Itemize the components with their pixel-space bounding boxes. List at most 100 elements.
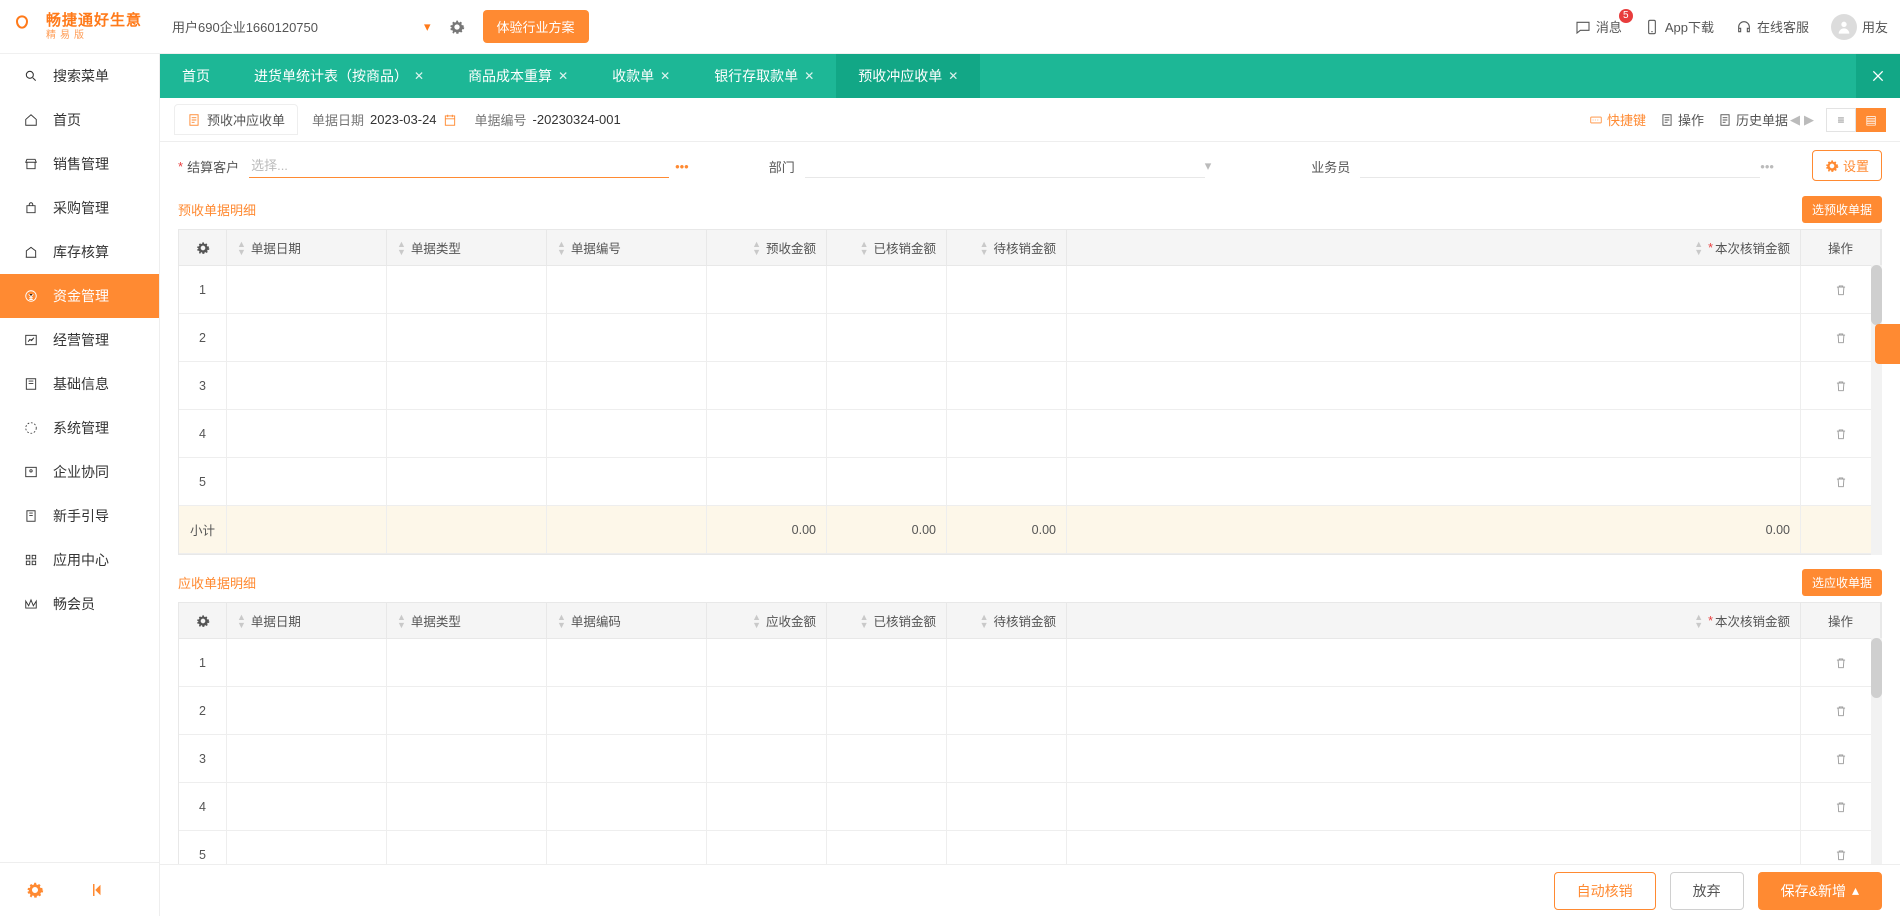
tab-close-icon[interactable]: ✕	[660, 69, 670, 83]
tab-4[interactable]: 银行存取款单✕	[692, 54, 836, 98]
app-download-link[interactable]: App下载	[1644, 17, 1714, 36]
table-row[interactable]: 2	[179, 314, 1881, 362]
table-row[interactable]: 5	[179, 458, 1881, 506]
col-type[interactable]: ▲▼单据类型	[387, 230, 547, 265]
delete-row-icon[interactable]	[1834, 331, 1848, 345]
table-row[interactable]: 4	[179, 783, 1881, 831]
sidebar-item-10[interactable]: 新手引导	[0, 494, 159, 538]
column-settings[interactable]	[179, 603, 227, 638]
col-amt2[interactable]: ▲▼已核销金额	[827, 603, 947, 638]
brand-mark-icon	[14, 14, 40, 40]
salesperson-lookup-icon[interactable]: •••	[1760, 159, 1774, 174]
sidebar-item-4[interactable]: 库存核算	[0, 230, 159, 274]
online-support-link[interactable]: 在线客服	[1736, 17, 1809, 36]
table-row[interactable]: 3	[179, 362, 1881, 410]
document-icon	[187, 113, 201, 127]
select-receivable-button[interactable]: 选应收单据	[1802, 569, 1882, 596]
delete-row-icon[interactable]	[1834, 800, 1848, 814]
tab-3[interactable]: 收款单✕	[590, 54, 692, 98]
sidebar-item-9[interactable]: 企业协同	[0, 450, 159, 494]
operate-link[interactable]: 操作	[1660, 110, 1704, 129]
col-amt3[interactable]: ▲▼待核销金额	[947, 603, 1067, 638]
col-amt3[interactable]: ▲▼待核销金额	[947, 230, 1067, 265]
select-prepay-button[interactable]: 选预收单据	[1802, 196, 1882, 223]
prev-doc-icon[interactable]: ◀	[1790, 112, 1800, 128]
shortcut-link[interactable]: 快捷键	[1589, 110, 1646, 129]
sidebar-item-3[interactable]: 采购管理	[0, 186, 159, 230]
view-card-button[interactable]: ▤	[1856, 108, 1886, 132]
tabs-close-all-icon[interactable]	[1856, 54, 1900, 98]
table-row[interactable]: 1	[179, 639, 1881, 687]
settings-button[interactable]: 设置	[1812, 150, 1882, 181]
col-op: 操作	[1801, 230, 1881, 265]
save-new-button[interactable]: 保存&新增▴	[1758, 872, 1882, 910]
sidebar-item-6[interactable]: 经营管理	[0, 318, 159, 362]
sidebar-item-8[interactable]: 系统管理	[0, 406, 159, 450]
customer-input[interactable]	[249, 154, 669, 178]
col-date[interactable]: ▲▼单据日期	[227, 230, 387, 265]
table-scrollbar[interactable]	[1871, 638, 1882, 880]
col-amt4[interactable]: ▲▼*本次核销金额	[1067, 603, 1801, 638]
side-handle-icon[interactable]	[1875, 324, 1900, 364]
view-list-button[interactable]: ≡	[1826, 108, 1856, 132]
chevron-down-icon[interactable]: ▾	[1205, 158, 1212, 174]
tab-1[interactable]: 进货单统计表（按商品）✕	[232, 54, 446, 98]
auto-writeoff-button[interactable]: 自动核销	[1554, 872, 1656, 910]
row-index: 3	[179, 362, 227, 409]
doc-subheader: 预收冲应收单 单据日期 2023-03-24 单据编号 -20230324-00…	[160, 98, 1900, 142]
col-amt2[interactable]: ▲▼已核销金额	[827, 230, 947, 265]
tab-close-icon[interactable]: ✕	[804, 69, 814, 83]
tab-2[interactable]: 商品成本重算✕	[446, 54, 590, 98]
user-avatar[interactable]: 用友	[1831, 14, 1888, 40]
table-row[interactable]: 1	[179, 266, 1881, 314]
column-settings[interactable]	[179, 230, 227, 265]
delete-row-icon[interactable]	[1834, 427, 1848, 441]
col-code[interactable]: ▲▼单据编号	[547, 230, 707, 265]
discard-button[interactable]: 放弃	[1670, 872, 1744, 910]
salesperson-input[interactable]	[1360, 154, 1760, 178]
sidebar-item-5[interactable]: 资金管理	[0, 274, 159, 318]
col-amt1[interactable]: ▲▼应收金额	[707, 603, 827, 638]
sidebar-item-11[interactable]: 应用中心	[0, 538, 159, 582]
col-code[interactable]: ▲▼单据编码	[547, 603, 707, 638]
col-type[interactable]: ▲▼单据类型	[387, 603, 547, 638]
sidebar-item-2[interactable]: 销售管理	[0, 142, 159, 186]
table-row[interactable]: 4	[179, 410, 1881, 458]
col-amt4[interactable]: ▲▼*本次核销金额	[1067, 230, 1801, 265]
delete-row-icon[interactable]	[1834, 704, 1848, 718]
tenant-settings-icon[interactable]	[449, 19, 465, 35]
delete-row-icon[interactable]	[1834, 848, 1848, 862]
next-doc-icon[interactable]: ▶	[1804, 112, 1814, 128]
sidebar-gear-icon[interactable]	[26, 881, 44, 899]
table-row[interactable]: 2	[179, 687, 1881, 735]
promo-button[interactable]: 体验行业方案	[483, 10, 589, 43]
tab-0[interactable]: 首页	[160, 54, 232, 98]
salesperson-field: 业务员 •••	[1311, 154, 1774, 178]
messages-link[interactable]: 消息 5	[1575, 17, 1622, 36]
table-scrollbar[interactable]	[1871, 265, 1882, 555]
delete-row-icon[interactable]	[1834, 656, 1848, 670]
delete-row-icon[interactable]	[1834, 475, 1848, 489]
sidebar-icon	[22, 375, 40, 393]
tab-5[interactable]: 预收冲应收单✕	[836, 54, 980, 98]
sidebar-item-1[interactable]: 首页	[0, 98, 159, 142]
tab-close-icon[interactable]: ✕	[414, 69, 424, 83]
calendar-icon[interactable]	[443, 113, 457, 127]
dept-input[interactable]	[805, 154, 1205, 178]
tab-close-icon[interactable]: ✕	[558, 69, 568, 83]
delete-row-icon[interactable]	[1834, 379, 1848, 393]
customer-lookup-icon[interactable]: •••	[675, 159, 689, 174]
col-amt1[interactable]: ▲▼预收金额	[707, 230, 827, 265]
tenant-selector[interactable]: 用户690企业1660120750 ▾	[172, 17, 431, 36]
table-row[interactable]: 3	[179, 735, 1881, 783]
sidebar-collapse-icon[interactable]	[90, 881, 108, 899]
sidebar-item-12[interactable]: 畅会员	[0, 582, 159, 626]
delete-row-icon[interactable]	[1834, 752, 1848, 766]
col-date[interactable]: ▲▼单据日期	[227, 603, 387, 638]
sidebar-icon	[22, 287, 40, 305]
delete-row-icon[interactable]	[1834, 283, 1848, 297]
history-link[interactable]: 历史单据	[1718, 110, 1788, 129]
sidebar-item-0[interactable]: 搜索菜单	[0, 54, 159, 98]
sidebar-item-7[interactable]: 基础信息	[0, 362, 159, 406]
tab-close-icon[interactable]: ✕	[948, 69, 958, 83]
